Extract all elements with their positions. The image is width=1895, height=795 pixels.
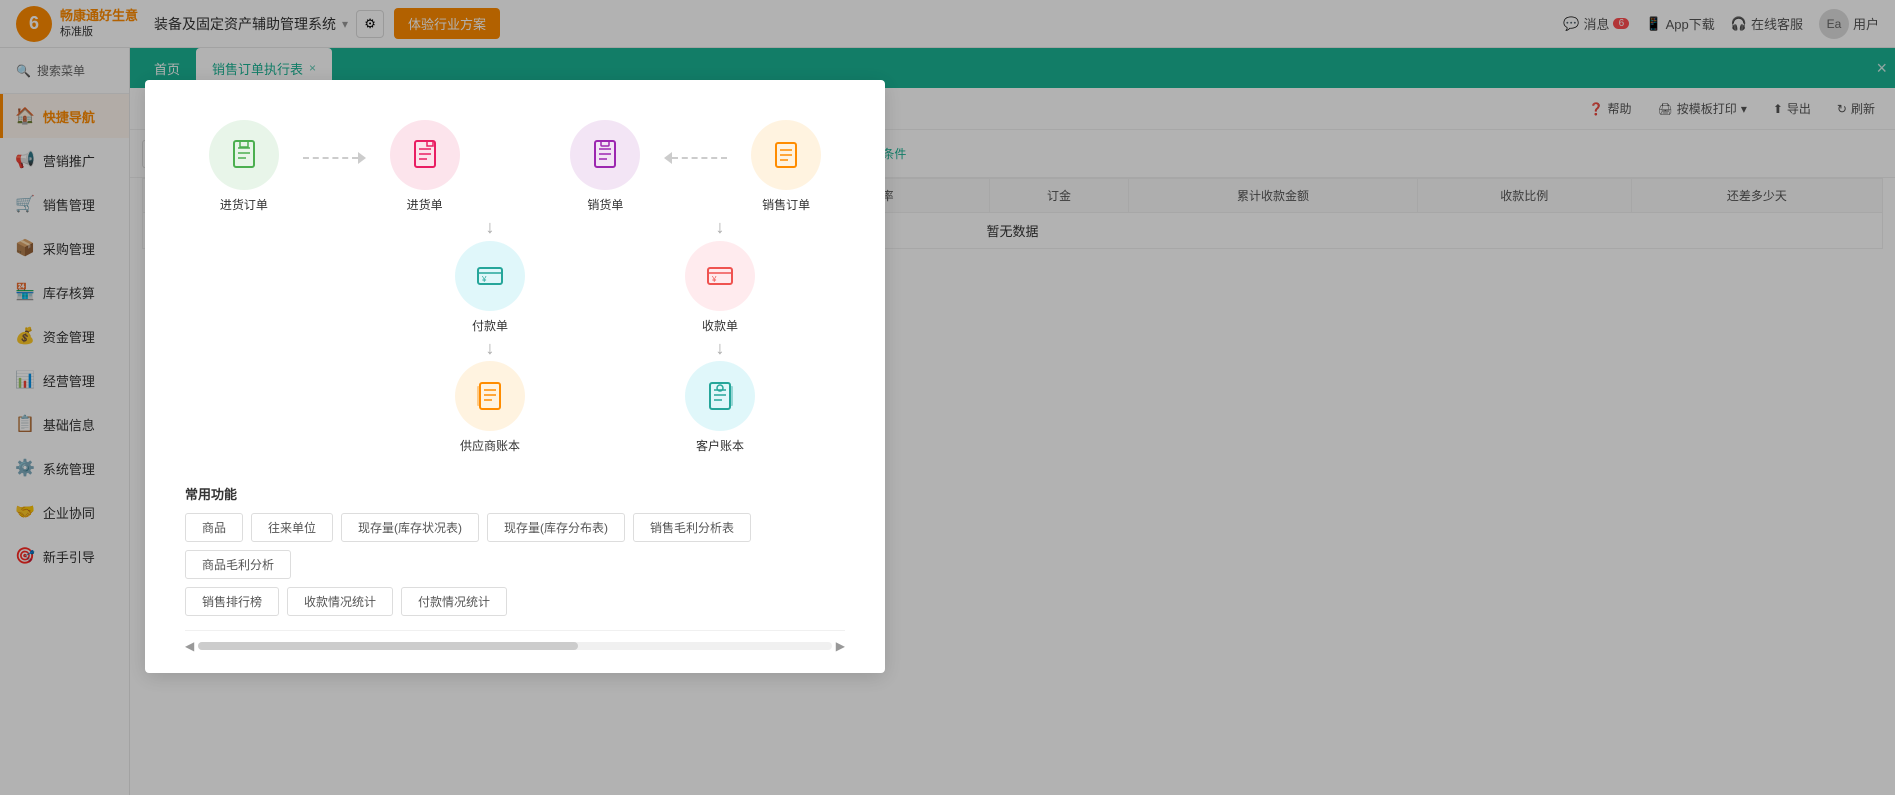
func-btn-stock-dist[interactable]: 现存量(库存分布表)	[487, 513, 625, 542]
func-btn-stock-status[interactable]: 现存量(库存状况表)	[341, 513, 479, 542]
common-funcs-title: 常用功能	[185, 484, 845, 503]
receipt-label: 收款单	[702, 317, 738, 334]
purchase-order-label: 进货订单	[220, 196, 268, 213]
v-arrow-receipt: ↓	[645, 338, 795, 360]
supplier-ledger-label: 供应商账本	[460, 437, 520, 454]
spacer-r4-2	[565, 338, 645, 360]
spacer-r1	[185, 217, 335, 239]
arrow-1	[303, 152, 366, 164]
receipt-icon: ¥	[685, 241, 755, 311]
flow-diagram: 进货订单 进货单	[185, 110, 845, 474]
payment-icon: ¥	[455, 241, 525, 311]
arrow-2	[664, 152, 727, 164]
scroll-right-icon[interactable]: ▶	[836, 639, 845, 653]
node-receipt[interactable]: ¥ 收款单	[645, 241, 795, 334]
popup-scrollbar: ◀ ▶	[185, 630, 845, 653]
svg-text:¥: ¥	[481, 275, 487, 284]
v-arrow-purchase: ↓	[415, 217, 565, 239]
spacer-r4-1	[185, 338, 415, 360]
func-btn-product[interactable]: 商品	[185, 513, 243, 542]
scrollbar-track	[198, 642, 832, 650]
spacer-r3	[565, 217, 645, 239]
down-arrow-purchase-icon: ↓	[486, 217, 495, 237]
sales-receipt-icon	[570, 120, 640, 190]
func-btn-partner[interactable]: 往来单位	[251, 513, 333, 542]
down-arrow-receipt-icon: ↓	[716, 338, 725, 358]
supplier-ledger-icon	[455, 361, 525, 431]
spacer-r2	[335, 217, 415, 239]
func-btn-product-profit[interactable]: 商品毛利分析	[185, 550, 291, 579]
func-btn-receipt-stats[interactable]: 收款情况统计	[287, 587, 393, 616]
node-purchase-order[interactable]: 进货订单	[185, 120, 303, 213]
node-payment[interactable]: ¥ 付款单	[415, 241, 565, 334]
sales-receipt-label: 销货单	[587, 196, 623, 213]
customer-ledger-label: 客户账本	[696, 437, 744, 454]
svg-text:¥: ¥	[711, 275, 717, 284]
sales-order-label: 销售订单	[762, 196, 810, 213]
func-btn-payment-stats[interactable]: 付款情况统计	[401, 587, 507, 616]
purchase-order-icon	[209, 120, 279, 190]
node-supplier-ledger[interactable]: 供应商账本	[415, 361, 565, 454]
sales-order-icon	[751, 120, 821, 190]
common-functions: 常用功能 商品 往来单位 现存量(库存状况表) 现存量(库存分布表) 销售毛利分…	[185, 484, 845, 616]
func-btn-sales-profit[interactable]: 销售毛利分析表	[633, 513, 751, 542]
func-buttons-row2: 销售排行榜 收款情况统计 付款情况统计	[185, 587, 845, 616]
popup-card: 进货订单 进货单	[145, 80, 885, 673]
down-arrow-payment-icon: ↓	[486, 338, 495, 358]
node-customer-ledger[interactable]: 客户账本	[645, 361, 795, 454]
purchase-receipt-label: 进货单	[407, 196, 443, 213]
scrollbar-thumb[interactable]	[198, 642, 578, 650]
node-purchase-receipt[interactable]: 进货单	[366, 120, 484, 213]
v-arrow-payment: ↓	[415, 338, 565, 360]
node-sales-receipt[interactable]: 销货单	[546, 120, 664, 213]
down-arrow-sales-icon: ↓	[716, 217, 725, 237]
node-sales-order[interactable]: 销售订单	[727, 120, 845, 213]
customer-ledger-icon	[685, 361, 755, 431]
scroll-left-icon[interactable]: ◀	[185, 639, 194, 653]
payment-label: 付款单	[472, 317, 508, 334]
overlay[interactable]: 进货订单 进货单	[0, 0, 1895, 795]
v-arrow-sales: ↓	[645, 217, 795, 239]
purchase-receipt-icon	[390, 120, 460, 190]
func-buttons-row1: 商品 往来单位 现存量(库存状况表) 现存量(库存分布表) 销售毛利分析表 商品…	[185, 513, 845, 579]
func-btn-sales-rank[interactable]: 销售排行榜	[185, 587, 279, 616]
